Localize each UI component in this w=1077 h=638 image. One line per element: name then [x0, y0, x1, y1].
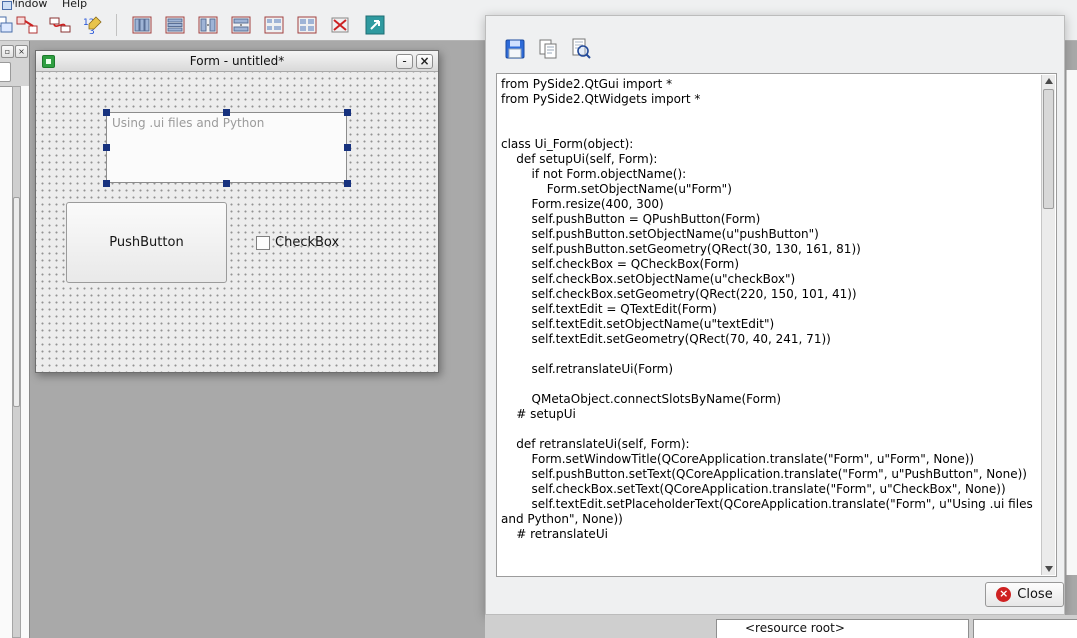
code-view: from PySide2.QtGui import * from PySide2… — [496, 73, 1057, 577]
form-icon — [42, 55, 55, 68]
selection-handle[interactable] — [103, 109, 110, 116]
break-layout-button[interactable] — [327, 12, 353, 38]
adjust-size-button[interactable] — [362, 12, 388, 38]
dock-float-icon: ▫ — [5, 47, 10, 56]
widget-box-dock: ▫ × — [0, 41, 30, 638]
checkbox-indicator — [256, 236, 270, 250]
layout-horizontal-button[interactable] — [129, 12, 155, 38]
dock-close-icon: × — [18, 47, 25, 56]
save-button[interactable] — [503, 37, 529, 63]
edit-tab-order-button[interactable]: 12 3 — [80, 12, 106, 38]
copy-icon — [536, 50, 560, 65]
selection-handle[interactable] — [344, 144, 351, 151]
edit-signals-slots-icon — [14, 13, 40, 37]
scroll-up-button[interactable] — [1045, 78, 1053, 84]
code-scrollbar[interactable] — [1041, 75, 1055, 575]
selection-handle[interactable] — [103, 144, 110, 151]
widget-box-scrollbar[interactable] — [12, 86, 21, 638]
find-icon — [569, 50, 593, 65]
selection-handle[interactable] — [103, 180, 110, 187]
menubar: Window Help — [0, 0, 1077, 10]
toolbar-separator — [116, 14, 117, 36]
arrow-down-icon — [1045, 566, 1053, 572]
selection-handle[interactable] — [344, 180, 351, 187]
checkbox-label: CheckBox — [275, 235, 339, 250]
widget-box-scrollbar-thumb[interactable] — [13, 197, 20, 407]
layout-splitter-vertical-button[interactable] — [228, 12, 254, 38]
widget-box-list-edge — [21, 86, 29, 638]
form-window-title: Form - untitled* — [36, 51, 438, 71]
code-preview-dialog: from PySide2.QtGui import * from PySide2… — [485, 15, 1065, 615]
dock-float-button[interactable]: ▫ — [1, 45, 14, 58]
code-scrollbar-thumb[interactable] — [1043, 89, 1054, 209]
edit-buddies-icon — [47, 13, 73, 37]
close-icon: × — [996, 587, 1011, 602]
edit-buddies-button[interactable] — [47, 12, 73, 38]
layout-grid-icon — [294, 13, 320, 37]
layout-splitter-horizontal-button[interactable] — [195, 12, 221, 38]
layout-splitter-horizontal-icon — [195, 13, 221, 37]
save-icon — [503, 50, 527, 65]
copy-button[interactable] — [536, 37, 562, 63]
app-icon — [0, 0, 13, 10]
edit-tab-order-icon: 12 3 — [80, 13, 106, 37]
bottom-right-panel — [973, 619, 1077, 638]
edit-signals-slots-button[interactable] — [14, 12, 40, 38]
widget-box-list — [0, 86, 12, 638]
selection-handle[interactable] — [223, 109, 230, 116]
layout-horizontal-icon — [129, 13, 155, 37]
textedit-widget[interactable]: Using .ui files and Python — [106, 112, 347, 183]
break-layout-icon — [327, 13, 353, 37]
minimize-button[interactable]: - — [396, 54, 413, 69]
pushbutton-widget[interactable]: PushButton — [66, 202, 227, 283]
dock-close-button[interactable]: × — [15, 45, 28, 58]
menu-help[interactable]: Help — [62, 0, 87, 9]
form-designer-window: Form - untitled* - × Using .ui files and… — [35, 50, 439, 373]
close-dialog-button[interactable]: × Close — [985, 582, 1064, 607]
arrow-up-icon — [1045, 78, 1053, 84]
selection-handle[interactable] — [344, 109, 351, 116]
form-canvas[interactable]: Using .ui files and Python PushButton Ch… — [36, 72, 438, 372]
right-panel-edge — [1066, 70, 1077, 575]
layout-vertical-icon — [162, 13, 188, 37]
resource-root-item[interactable]: <resource root> — [745, 621, 845, 635]
selection-handle[interactable] — [223, 180, 230, 187]
scroll-down-button[interactable] — [1045, 566, 1053, 572]
form-window-titlebar[interactable]: Form - untitled* - × — [36, 51, 438, 72]
widget-filter-input[interactable] — [0, 62, 11, 82]
layout-form-button[interactable] — [261, 12, 287, 38]
close-dialog-label: Close — [1017, 587, 1052, 602]
layout-splitter-vertical-icon — [228, 13, 254, 37]
close-button[interactable]: × — [416, 54, 433, 69]
textedit-placeholder: Using .ui files and Python — [107, 113, 346, 133]
layout-vertical-button[interactable] — [162, 12, 188, 38]
qt-designer-screen: Window Help — [0, 0, 1077, 638]
resource-browser-panel: <resource root> — [716, 619, 969, 638]
layout-grid-button[interactable] — [294, 12, 320, 38]
find-button[interactable] — [569, 37, 595, 63]
checkbox-widget[interactable]: CheckBox — [256, 222, 357, 263]
layout-form-icon — [261, 13, 287, 37]
adjust-size-icon — [362, 13, 388, 37]
code-text[interactable]: from PySide2.QtGui import * from PySide2… — [501, 77, 1039, 572]
